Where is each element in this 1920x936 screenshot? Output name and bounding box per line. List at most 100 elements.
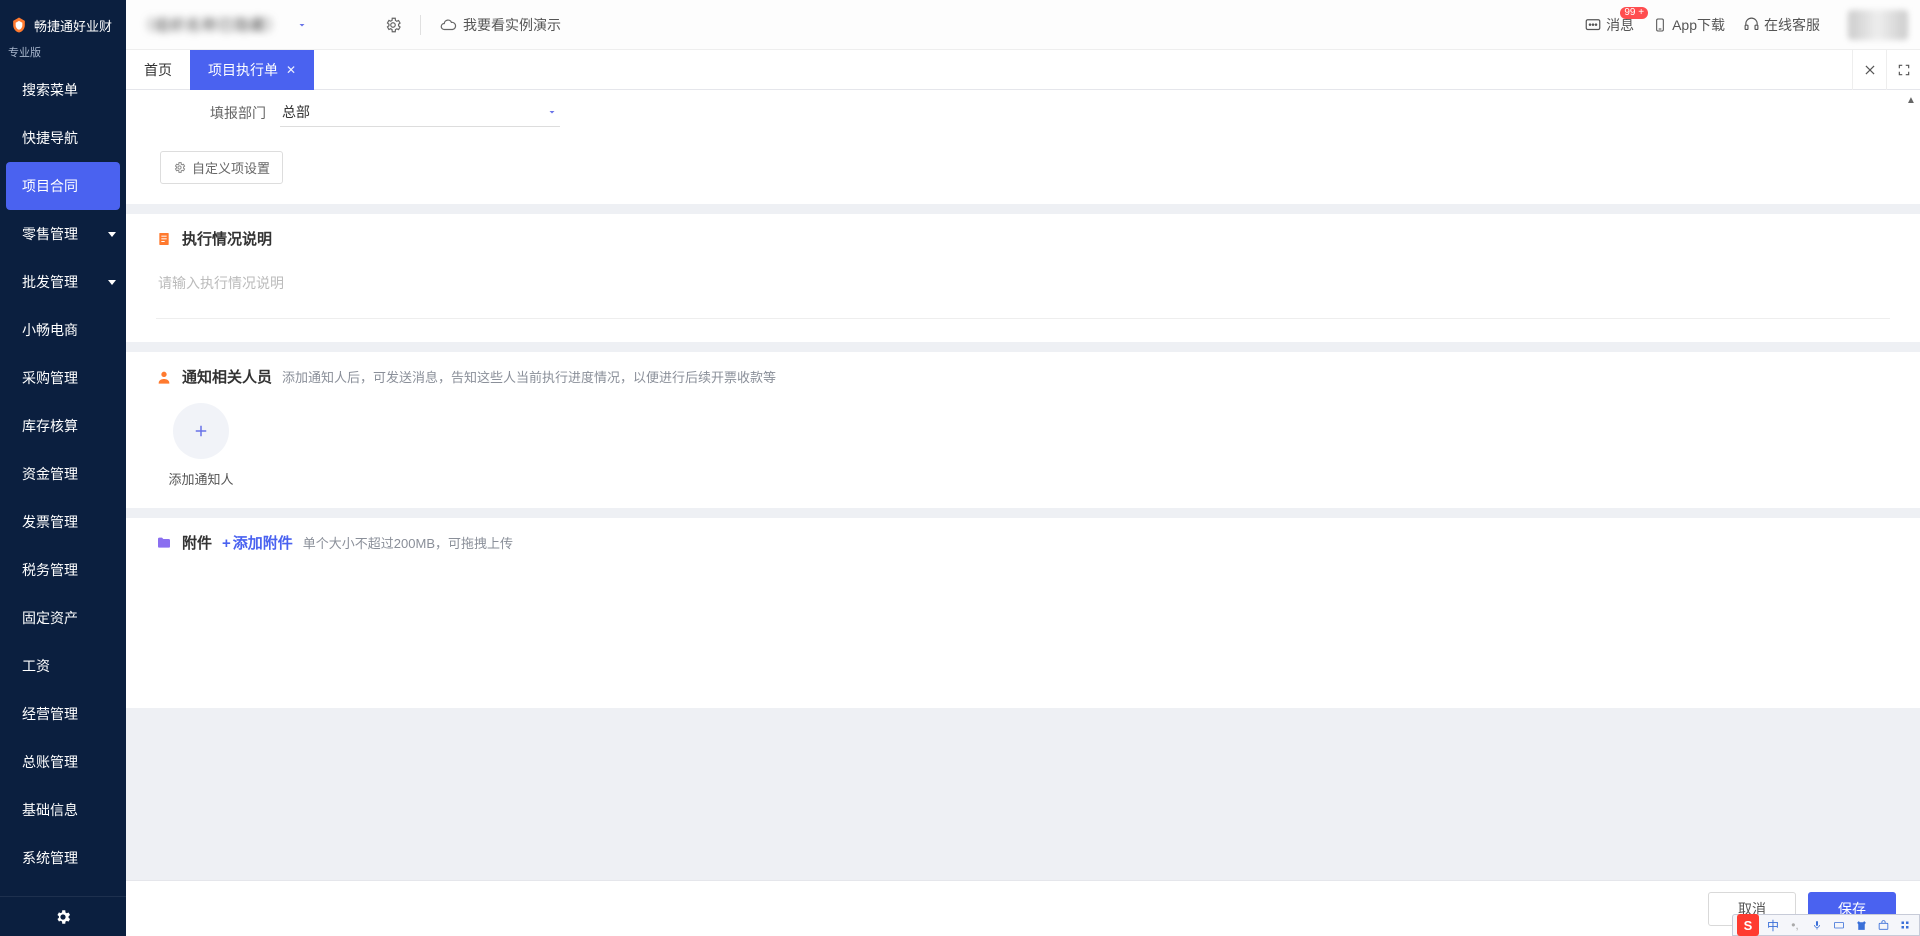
sidebar-item-label: 资金管理 — [22, 464, 78, 484]
user-avatar[interactable] — [1848, 10, 1908, 40]
sidebar-item-quick-nav[interactable]: 快捷导航 — [0, 114, 126, 162]
add-attachment-link[interactable]: +添加附件 — [222, 532, 293, 553]
message-icon — [1584, 16, 1602, 34]
sidebar-item-label: 发票管理 — [22, 512, 78, 532]
add-notifier-label: 添加通知人 — [168, 469, 233, 488]
sidebar-item-label: 小畅电商 — [22, 320, 78, 340]
sidebar-item-fixed-assets[interactable]: 固定资产 — [0, 594, 126, 642]
card-form-header: 填报部门 总部 自定义项设置 — [126, 90, 1920, 214]
ime-skin-icon[interactable] — [1851, 916, 1871, 934]
sidebar-item-operation[interactable]: 经营管理 — [0, 690, 126, 738]
sidebar-item-funds[interactable]: 资金管理 — [0, 450, 126, 498]
close-icon[interactable]: ✕ — [286, 63, 296, 77]
sidebar-item-ecommerce[interactable]: 小畅电商 — [0, 306, 126, 354]
custom-config-button[interactable]: 自定义项设置 — [160, 151, 283, 184]
section-header-notify: 通知相关人员 添加通知人后，可发送消息，告知这些人当前执行进度情况，以便进行后续… — [156, 366, 1890, 387]
add-attachment-label: 添加附件 — [233, 535, 293, 552]
sidebar-item-tax[interactable]: 税务管理 — [0, 546, 126, 594]
section-header-exec-desc: 执行情况说明 — [156, 228, 1890, 249]
section-header-attachments: 附件 +添加附件 单个大小不超过200MB，可拖拽上传 — [156, 532, 1890, 553]
sidebar-item-purchase[interactable]: 采购管理 — [0, 354, 126, 402]
ime-menu-icon[interactable] — [1895, 916, 1915, 934]
sidebar-item-search-menu[interactable]: 搜索菜单 — [0, 66, 126, 114]
sidebar-item-wholesale[interactable]: 批发管理 — [0, 258, 126, 306]
online-service-button[interactable]: 在线客服 — [1743, 15, 1820, 35]
attachment-hint: 单个大小不超过200MB，可拖拽上传 — [303, 533, 513, 552]
sidebar-item-invoice[interactable]: 发票管理 — [0, 498, 126, 546]
card-notify: 通知相关人员 添加通知人后，可发送消息，告知这些人当前执行进度情况，以便进行后续… — [126, 352, 1920, 518]
sidebar-item-basic-info[interactable]: 基础信息 — [0, 786, 126, 834]
tab-home[interactable]: 首页 — [126, 50, 190, 90]
tab-fullscreen-button[interactable] — [1886, 50, 1920, 90]
chevron-down-icon — [546, 106, 558, 118]
ime-keyboard-icon[interactable] — [1829, 916, 1849, 934]
app-download-button[interactable]: App下载 — [1652, 15, 1725, 35]
cloud-icon — [439, 16, 457, 34]
footer: 取消 保存 — [126, 880, 1920, 936]
brand: 畅捷通好业财 — [0, 0, 126, 50]
brand-name: 畅捷通好业财 — [34, 16, 112, 35]
plus-icon: + — [222, 535, 231, 552]
chevron-down-icon — [108, 280, 116, 285]
sidebar-item-label: 系统管理 — [22, 848, 78, 868]
folder-icon — [156, 535, 172, 551]
card-attachments: 附件 +添加附件 单个大小不超过200MB，可拖拽上传 — [126, 518, 1920, 718]
main-content: 填报部门 总部 自定义项设置 执行情况说明 — [126, 90, 1920, 880]
brand-logo-icon — [8, 14, 30, 36]
scroll-up-icon[interactable]: ▲ — [1903, 92, 1919, 108]
messages-button[interactable]: 消息 99 + — [1584, 15, 1634, 35]
add-notifier-box: 添加通知人 — [156, 403, 246, 488]
online-service-label: 在线客服 — [1764, 15, 1820, 35]
ime-punct-toggle[interactable]: •, — [1785, 916, 1805, 934]
ime-microphone-icon[interactable] — [1807, 916, 1827, 934]
messages-badge: 99 + — [1620, 7, 1648, 19]
section-title: 执行情况说明 — [182, 228, 272, 249]
ime-toolbox-icon[interactable] — [1873, 916, 1893, 934]
gear-icon — [173, 161, 186, 174]
sidebar-settings-icon[interactable] — [54, 908, 72, 926]
sidebar-item-retail[interactable]: 零售管理 — [0, 210, 126, 258]
chevron-down-icon — [108, 232, 116, 237]
sidebar: 畅捷通好业财 专业版 搜索菜单 快捷导航 项目合同 零售管理 批发管理 小畅电商… — [0, 0, 126, 936]
add-notifier-button[interactable] — [173, 403, 229, 459]
sidebar-item-label: 快捷导航 — [22, 128, 78, 148]
brand-edition: 专业版 — [0, 44, 126, 66]
tab-close-all-button[interactable] — [1852, 50, 1886, 90]
sidebar-item-label: 采购管理 — [22, 368, 78, 388]
sidebar-item-label: 搜索菜单 — [22, 80, 78, 100]
header-actions: 消息 99 + App下载 在线客服 — [1584, 10, 1908, 40]
sidebar-item-inventory[interactable]: 库存核算 — [0, 402, 126, 450]
header: （组织名称已隐藏） 我要看实例演示 消息 99 + App下载 — [126, 0, 1920, 50]
sidebar-item-project-contract[interactable]: 项目合同 — [6, 162, 120, 210]
sidebar-footer — [0, 896, 126, 936]
header-settings-icon[interactable] — [384, 16, 402, 34]
tabs-row: 首页 项目执行单 ✕ — [126, 50, 1920, 90]
demo-link[interactable]: 我要看实例演示 — [439, 15, 561, 35]
sidebar-item-label: 零售管理 — [22, 224, 78, 244]
org-selector[interactable]: （组织名称已隐藏） — [138, 14, 368, 35]
section-hint: 添加通知人后，可发送消息，告知这些人当前执行进度情况，以便进行后续开票收款等 — [282, 367, 776, 386]
department-select[interactable]: 总部 — [280, 98, 560, 127]
document-icon — [156, 231, 172, 247]
ime-lang-toggle[interactable]: 中 — [1763, 916, 1783, 934]
org-name: （组织名称已隐藏） — [138, 14, 282, 35]
chevron-down-icon — [296, 19, 308, 31]
sidebar-item-label: 批发管理 — [22, 272, 78, 292]
headset-icon — [1743, 16, 1760, 33]
person-icon — [156, 369, 172, 385]
tab-label: 项目执行单 — [208, 60, 278, 80]
sogou-logo-icon[interactable]: S — [1737, 914, 1759, 936]
sidebar-item-label: 经营管理 — [22, 704, 78, 724]
department-label: 填报部门 — [156, 103, 266, 123]
sidebar-item-salary[interactable]: 工资 — [0, 642, 126, 690]
sidebar-item-general-ledger[interactable]: 总账管理 — [0, 738, 126, 786]
sidebar-item-label: 库存核算 — [22, 416, 78, 436]
department-value: 总部 — [282, 102, 310, 122]
sidebar-item-label: 固定资产 — [22, 608, 78, 628]
sidebar-item-label: 总账管理 — [22, 752, 78, 772]
tab-project-execution[interactable]: 项目执行单 ✕ — [190, 50, 314, 90]
sidebar-item-system[interactable]: 系统管理 — [0, 834, 126, 882]
section-title: 通知相关人员 — [182, 366, 272, 387]
exec-description-input[interactable] — [156, 265, 1890, 319]
demo-link-label: 我要看实例演示 — [463, 15, 561, 35]
